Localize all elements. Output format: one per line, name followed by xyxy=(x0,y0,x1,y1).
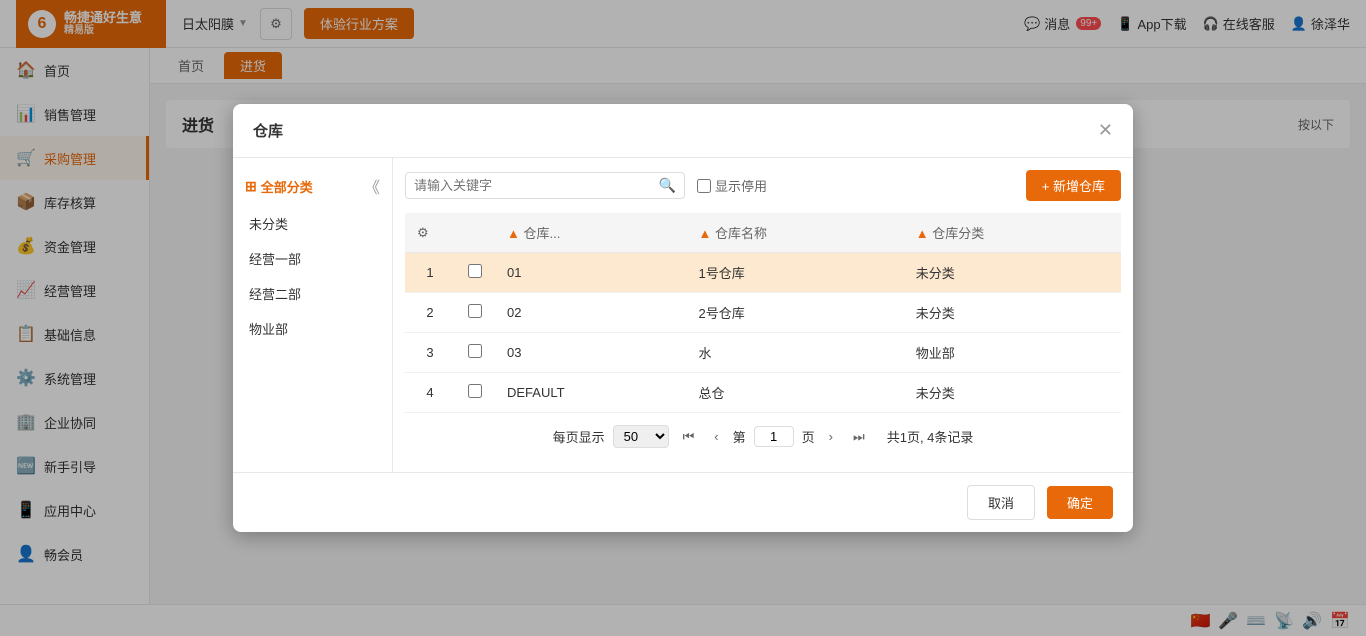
confirm-button[interactable]: 确定 xyxy=(1047,486,1113,519)
col-header-check xyxy=(455,213,495,253)
row-checkbox-2[interactable] xyxy=(468,304,482,318)
category-item-property[interactable]: 物业部 xyxy=(233,311,392,346)
search-input[interactable] xyxy=(414,178,653,193)
modal-footer: 取消 确定 xyxy=(233,472,1133,532)
modal-toolbar: 🔍 显示停用 + 新增仓库 xyxy=(405,170,1121,201)
first-page-button[interactable]: ⏮ xyxy=(677,427,701,447)
category-item-unclassified[interactable]: 未分类 xyxy=(233,206,392,241)
search-box: 🔍 xyxy=(405,172,685,199)
grid-icon: ⊞ xyxy=(245,178,257,195)
category-header: ⊞ 全部分类 《 xyxy=(233,170,392,206)
table-row[interactable]: 2 02 2号仓库 未分类 xyxy=(405,293,1121,333)
table-container: ⚙ ▲ 仓库... ▲ 仓库名称 xyxy=(405,213,1121,413)
modal-overlay: 仓库 ✕ ⊞ 全部分类 《 未分类 经营一部 经营二部 物业部 xyxy=(0,0,1366,636)
col-header-gear: ⚙ xyxy=(405,213,455,253)
last-page-button[interactable]: ⏭ xyxy=(847,427,871,447)
row-checkbox-3[interactable] xyxy=(468,344,482,358)
modal-body: ⊞ 全部分类 《 未分类 经营一部 经营二部 物业部 🔍 xyxy=(233,158,1133,472)
all-categories-item[interactable]: ⊞ 全部分类 xyxy=(245,177,313,196)
cancel-button[interactable]: 取消 xyxy=(967,485,1035,520)
table-header: ⚙ ▲ 仓库... ▲ 仓库名称 xyxy=(405,213,1121,253)
warehouse-modal: 仓库 ✕ ⊞ 全部分类 《 未分类 经营一部 经营二部 物业部 xyxy=(233,104,1133,532)
row-checkbox-4[interactable] xyxy=(468,384,482,398)
table-body: 1 01 1号仓库 未分类 2 02 2号仓库 xyxy=(405,253,1121,413)
modal-title: 仓库 xyxy=(253,120,283,141)
col-header-category: ▲ 仓库分类 xyxy=(904,213,1121,253)
row-checkbox-1[interactable] xyxy=(468,264,482,278)
sort-icon-name: ▲ xyxy=(699,226,712,241)
table-row[interactable]: 3 03 水 物业部 xyxy=(405,333,1121,373)
table-row[interactable]: 1 01 1号仓库 未分类 xyxy=(405,253,1121,293)
page-number-input[interactable] xyxy=(754,426,794,447)
content-panel: 🔍 显示停用 + 新增仓库 ⚙ xyxy=(393,158,1133,472)
add-warehouse-button[interactable]: + 新增仓库 xyxy=(1026,170,1121,201)
per-page-select[interactable]: 50 20 100 xyxy=(613,425,669,448)
search-icon[interactable]: 🔍 xyxy=(659,177,676,194)
col-header-code: ▲ 仓库... xyxy=(495,213,687,253)
warehouse-table: ⚙ ▲ 仓库... ▲ 仓库名称 xyxy=(405,213,1121,413)
sort-icon-cat: ▲ xyxy=(916,226,929,241)
modal-close-button[interactable]: ✕ xyxy=(1098,120,1113,141)
category-panel: ⊞ 全部分类 《 未分类 经营一部 经营二部 物业部 xyxy=(233,158,393,472)
pagination: 每页显示 50 20 100 ⏮ ‹ 第 页 › ⏭ 共1页, 4条记录 xyxy=(405,413,1121,460)
sort-icon: ▲ xyxy=(507,226,520,241)
table-row[interactable]: 4 DEFAULT 总仓 未分类 xyxy=(405,373,1121,413)
show-disabled-toggle[interactable]: 显示停用 xyxy=(697,176,767,195)
category-item-ops1[interactable]: 经营一部 xyxy=(233,241,392,276)
modal-header: 仓库 ✕ xyxy=(233,104,1133,158)
prev-page-button[interactable]: ‹ xyxy=(708,427,724,446)
next-page-button[interactable]: › xyxy=(823,427,839,446)
category-item-ops2[interactable]: 经营二部 xyxy=(233,276,392,311)
show-disabled-checkbox[interactable] xyxy=(697,179,711,193)
col-header-name: ▲ 仓库名称 xyxy=(687,213,904,253)
category-collapse-button[interactable]: 《 xyxy=(364,174,380,198)
